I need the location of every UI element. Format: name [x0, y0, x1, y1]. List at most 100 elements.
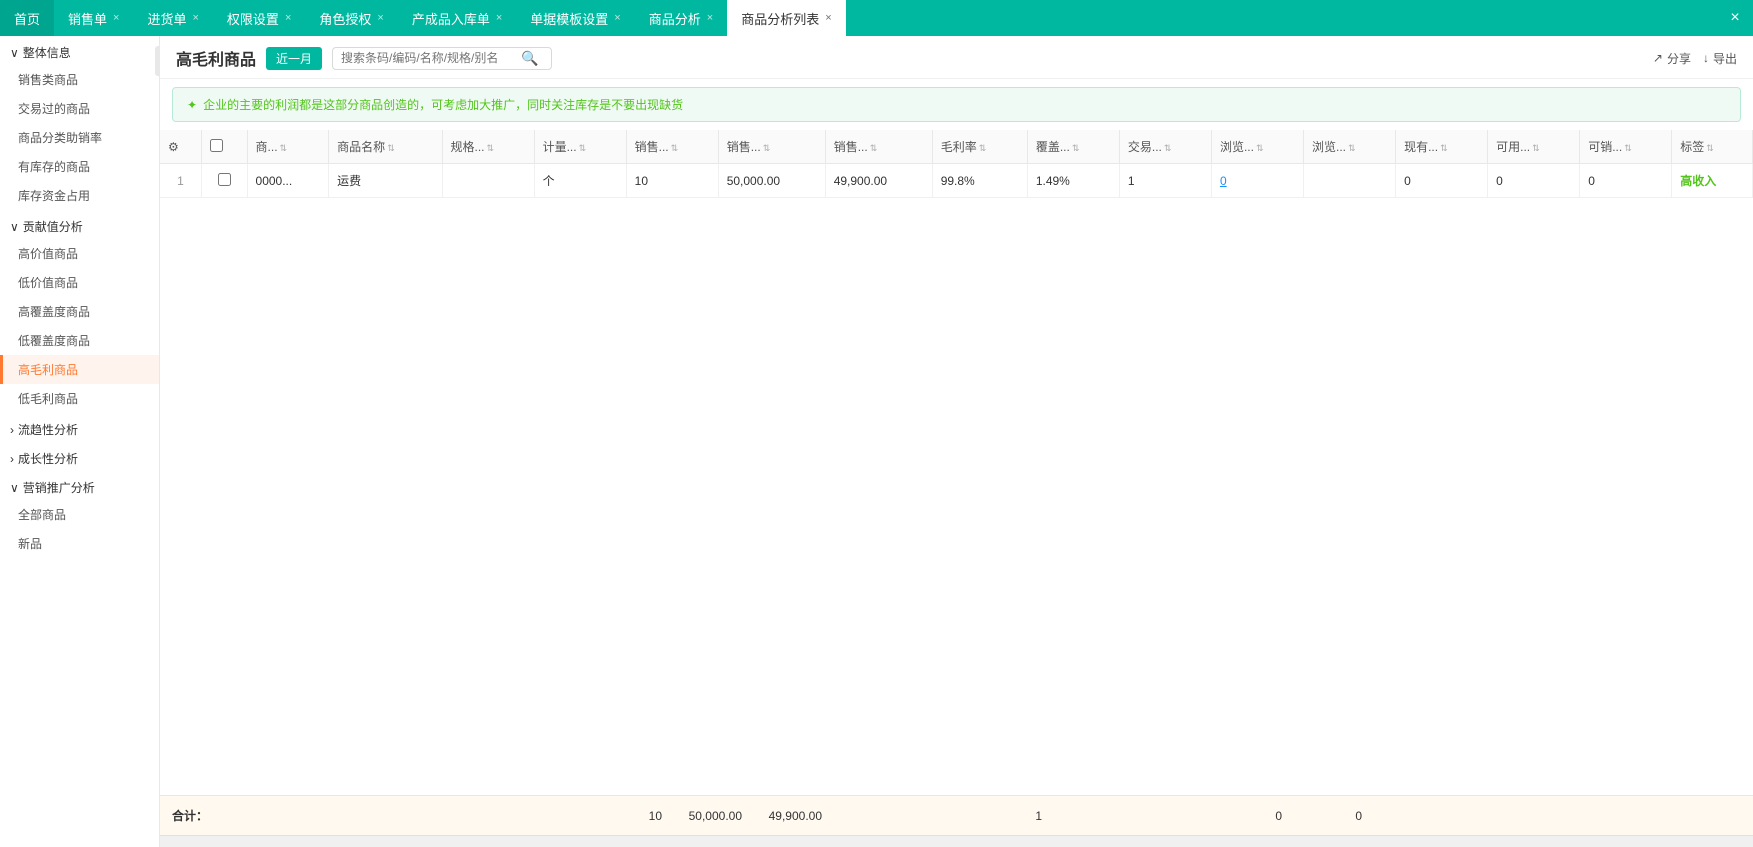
col-header-unit[interactable]: 计量...⇅	[534, 130, 626, 164]
share-icon: ↗	[1653, 51, 1663, 65]
close-all-tabs-button[interactable]: ×	[1717, 0, 1753, 36]
sort-icon-unit: ⇅	[579, 143, 587, 153]
nav-item-6[interactable]: 单据模板设置×	[516, 0, 634, 36]
sidebar-item-0-4[interactable]: 库存资金占用	[0, 181, 159, 210]
col-header-transaction[interactable]: 交易...⇅	[1119, 130, 1211, 164]
sidebar-item-4-1[interactable]: 新品	[0, 529, 159, 558]
nav-item-5[interactable]: 产成品入库单×	[398, 0, 516, 36]
cell-transaction: 1	[1119, 164, 1211, 198]
nav-close-icon-3[interactable]: ×	[285, 12, 291, 24]
horizontal-scrollbar[interactable]	[160, 835, 1753, 847]
col-header-code[interactable]: 商...⇅	[247, 130, 329, 164]
sidebar-item-0-1[interactable]: 交易过的商品	[0, 94, 159, 123]
sidebar-item-1-1[interactable]: 低价值商品	[0, 268, 159, 297]
cell-code: 0000...	[247, 164, 329, 198]
sidebar-group-3[interactable]: › 成长性分析	[0, 442, 159, 471]
search-bar: 🔍	[332, 47, 552, 70]
sidebar-item-4-0[interactable]: 全部商品	[0, 500, 159, 529]
sort-icon-code: ⇅	[280, 143, 288, 153]
footer-transaction: 1	[992, 809, 1052, 823]
nav-item-0[interactable]: 首页	[0, 0, 54, 36]
share-button[interactable]: ↗ 分享	[1653, 50, 1691, 67]
cell-tag: 高收入	[1672, 164, 1753, 198]
footer-sales-amount: 50,000.00	[672, 809, 752, 823]
sidebar-item-0-3[interactable]: 有库存的商品	[0, 152, 159, 181]
nav-item-4[interactable]: 角色授权×	[305, 0, 397, 36]
cell-index: 1	[160, 164, 201, 198]
col-header-spec[interactable]: 规格...⇅	[442, 130, 534, 164]
nav-item-7[interactable]: 商品分析×	[635, 0, 727, 36]
nav-close-icon-6[interactable]: ×	[614, 12, 620, 24]
col-header-current_stock[interactable]: 现有...⇅	[1396, 130, 1488, 164]
col-header-margin_rate[interactable]: 毛利率⇅	[932, 130, 1027, 164]
group-arrow-icon: ∨	[10, 220, 19, 234]
col-header-sales_qty[interactable]: 销售...⇅	[626, 130, 718, 164]
sidebar-item-0-0[interactable]: 销售类商品	[0, 65, 159, 94]
footer-available-stock: 0	[1292, 809, 1372, 823]
nav-close-icon-4[interactable]: ×	[377, 12, 383, 24]
nav-close-icon-7[interactable]: ×	[707, 12, 713, 24]
sort-icon-coverage: ⇅	[1072, 143, 1080, 153]
cell-sellable_stock: 0	[1580, 164, 1672, 198]
sort-icon-sellable_stock: ⇅	[1624, 143, 1632, 153]
nav-item-1[interactable]: 销售单×	[54, 0, 133, 36]
nav-close-icon-8[interactable]: ×	[825, 12, 831, 24]
sort-icon-sales_qty: ⇅	[671, 143, 679, 153]
nav-close-icon-5[interactable]: ×	[496, 12, 502, 24]
sidebar-group-1[interactable]: ∨ 贡献值分析	[0, 210, 159, 239]
nav-item-3[interactable]: 权限设置×	[213, 0, 305, 36]
col-header-view2[interactable]: 浏览...⇅	[1304, 130, 1396, 164]
sidebar-item-1-2[interactable]: 高覆盖度商品	[0, 297, 159, 326]
col-header-sellable_stock[interactable]: 可销...⇅	[1580, 130, 1672, 164]
cell-view1[interactable]: 0	[1211, 164, 1303, 198]
select-all-checkbox[interactable]	[210, 139, 223, 152]
sort-icon-tag: ⇅	[1706, 143, 1714, 153]
sidebar-group-4[interactable]: ∨ 营销推广分析	[0, 471, 159, 500]
footer-label: 合计：	[172, 807, 232, 824]
page-title: 高毛利商品	[176, 46, 256, 70]
sidebar-collapse-button[interactable]: «	[155, 46, 160, 76]
sort-icon-spec: ⇅	[487, 143, 495, 153]
search-icon[interactable]: 🔍	[521, 50, 538, 67]
nav-close-icon-2[interactable]: ×	[192, 12, 198, 24]
settings-icon: ⚙	[168, 140, 179, 154]
nav-item-2[interactable]: 进货单×	[133, 0, 212, 36]
search-input[interactable]	[341, 51, 521, 65]
time-filter-button[interactable]: 近一月	[266, 47, 322, 70]
row-checkbox[interactable]	[218, 173, 231, 186]
info-icon: ✦	[187, 98, 197, 112]
sidebar-item-1-0[interactable]: 高价值商品	[0, 239, 159, 268]
footer-sales-cost: 49,900.00	[752, 809, 832, 823]
nav-item-8[interactable]: 商品分析列表×	[727, 0, 845, 36]
sort-icon-sales_amount: ⇅	[763, 143, 771, 153]
col-header-sales_cost[interactable]: 销售...⇅	[825, 130, 932, 164]
cell-sales_cost: 49,900.00	[825, 164, 932, 198]
col-header-checkbox[interactable]	[201, 130, 247, 164]
cell-view2	[1304, 164, 1396, 198]
sidebar-item-1-4[interactable]: 高毛利商品	[0, 355, 159, 384]
col-header-sales_amount[interactable]: 销售...⇅	[718, 130, 825, 164]
table-row: 10000...运费个1050,000.0049,900.0099.8%1.49…	[160, 164, 1753, 198]
sidebar-item-1-3[interactable]: 低覆盖度商品	[0, 326, 159, 355]
sidebar-item-1-5[interactable]: 低毛利商品	[0, 384, 159, 413]
sidebar-group-0[interactable]: ∨ 整体信息	[0, 36, 159, 65]
col-header-settings[interactable]: ⚙	[160, 130, 201, 164]
col-header-tag[interactable]: 标签⇅	[1672, 130, 1753, 164]
nav-close-icon-1[interactable]: ×	[113, 12, 119, 24]
cell-coverage: 1.49%	[1027, 164, 1119, 198]
info-tip-text: 企业的主要的利润都是这部分商品创造的，可考虑加大推广，同时关注库存是不要出现缺货	[203, 96, 683, 113]
sort-icon-view2: ⇅	[1348, 143, 1356, 153]
cell-current_stock: 0	[1396, 164, 1488, 198]
sidebar-item-0-2[interactable]: 商品分类助销率	[0, 123, 159, 152]
footer-current-stock: 0	[1212, 809, 1292, 823]
table-footer: 合计： 10 50,000.00 49,900.00 1 0 0	[160, 795, 1753, 835]
cell-available_stock: 0	[1488, 164, 1580, 198]
col-header-coverage[interactable]: 覆盖...⇅	[1027, 130, 1119, 164]
col-header-name[interactable]: 商品名称⇅	[329, 130, 442, 164]
sidebar-group-2[interactable]: › 流趋性分析	[0, 413, 159, 442]
export-button[interactable]: ↓ 导出	[1703, 50, 1737, 67]
data-table: ⚙商...⇅商品名称⇅规格...⇅计量...⇅销售...⇅销售...⇅销售...…	[160, 130, 1753, 198]
cell-sales_qty: 10	[626, 164, 718, 198]
col-header-view1[interactable]: 浏览...⇅	[1211, 130, 1303, 164]
col-header-available_stock[interactable]: 可用...⇅	[1488, 130, 1580, 164]
